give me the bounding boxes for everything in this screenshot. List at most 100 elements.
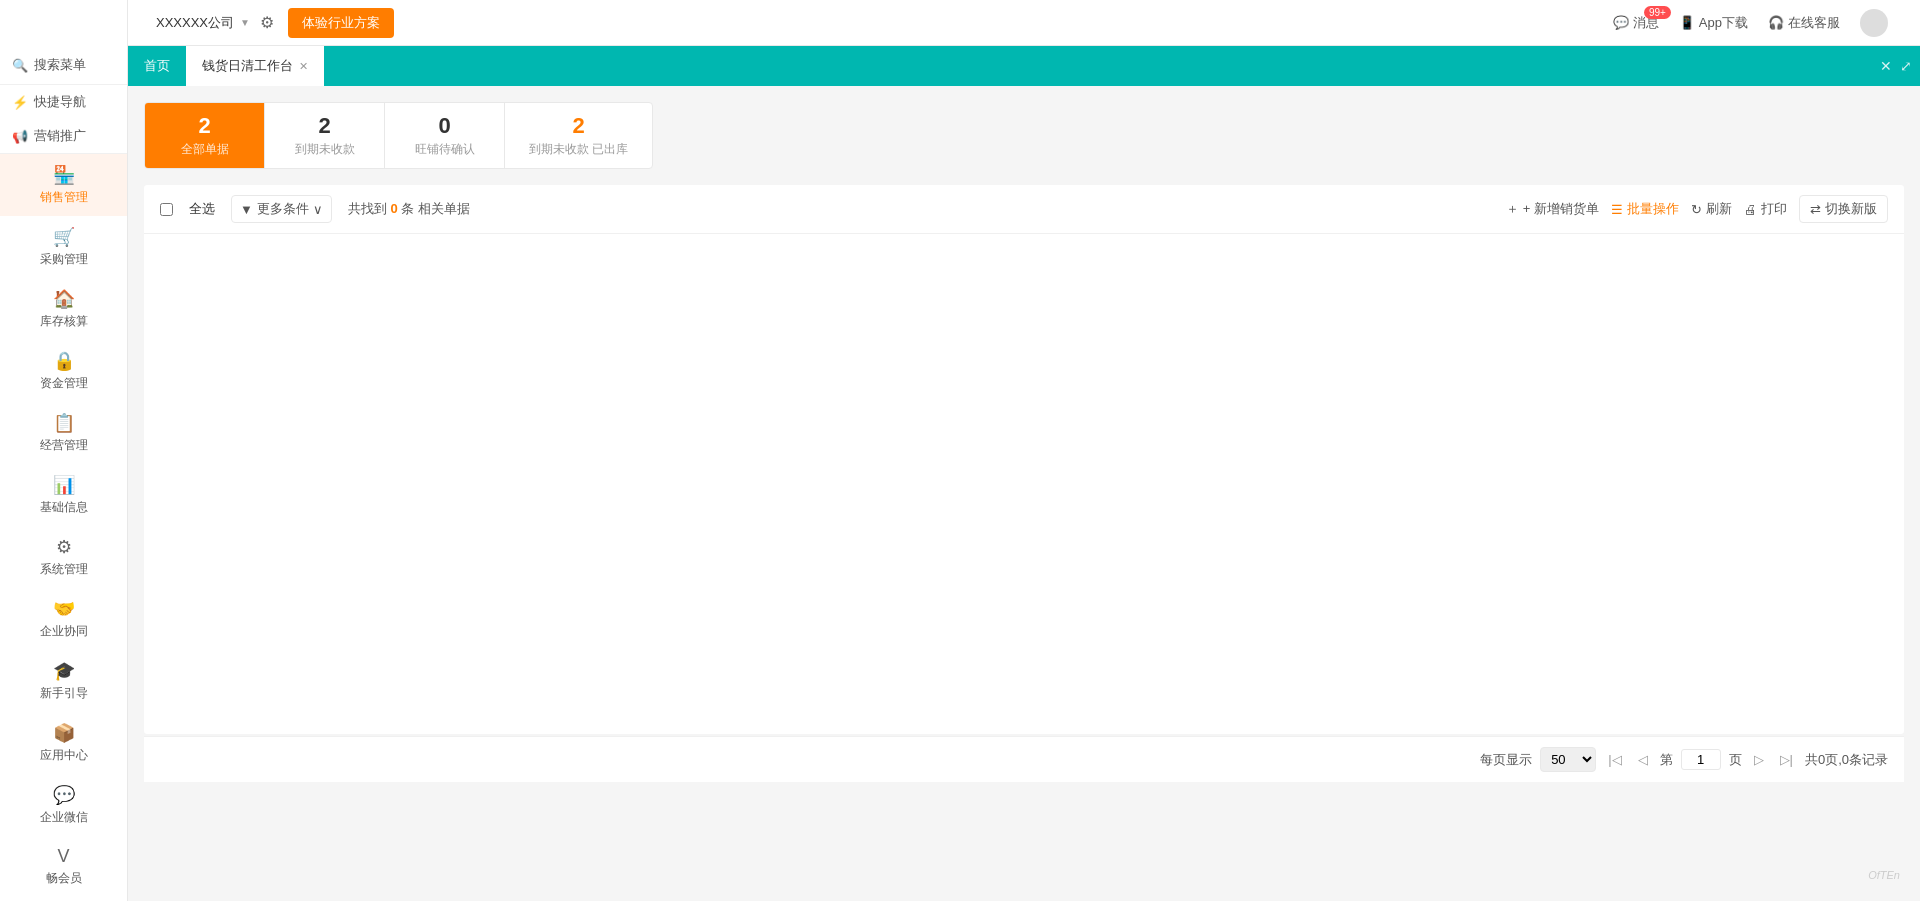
switch-label: 切换新版 bbox=[1825, 200, 1877, 218]
switch-version-btn[interactable]: ⇄ 切换新版 bbox=[1799, 195, 1888, 223]
tab-bar-right: ✕ ⤢ bbox=[1880, 58, 1920, 74]
sidebar-item-member[interactable]: V 畅会员 bbox=[0, 836, 127, 897]
tab-close-icon[interactable]: ✕ bbox=[299, 60, 308, 73]
sidebar-quick-nav[interactable]: ⚡ 快捷导航 bbox=[0, 85, 127, 119]
sidebar-item-inventory[interactable]: 🏠 库存核算 bbox=[0, 278, 127, 340]
sidebar-item-basic[interactable]: 📊 基础信息 bbox=[0, 464, 127, 526]
refresh-icon: ↻ bbox=[1691, 202, 1702, 217]
enterprise-label: 企业协同 bbox=[40, 623, 88, 640]
messages-item[interactable]: 💬 消息 99+ bbox=[1613, 14, 1659, 32]
table-area: 全选 ▼ 更多条件 ∨ 共找到 0 条 相关单据 ＋ + 新增销货单 ☰ 批量 bbox=[144, 185, 1904, 734]
operation-icon: 📋 bbox=[53, 412, 75, 434]
print-icon: 🖨 bbox=[1744, 202, 1757, 217]
system-label: 系统管理 bbox=[40, 561, 88, 578]
stat-number-all: 2 bbox=[198, 113, 210, 139]
stat-number-pending: 0 bbox=[438, 113, 450, 139]
stat-label-all: 全部单据 bbox=[181, 141, 229, 158]
enterprise-icon: 🤝 bbox=[53, 598, 75, 620]
main-content: 2 全部单据 2 到期未收款 0 旺铺待确认 2 到期未收款 已出库 全选 ▼ … bbox=[128, 86, 1920, 901]
per-page-select[interactable]: 50 100 200 bbox=[1540, 747, 1596, 772]
sidebar-item-enterprise[interactable]: 🤝 企业协同 bbox=[0, 588, 127, 650]
batch-operation-btn[interactable]: ☰ 批量操作 bbox=[1611, 200, 1679, 218]
guide-label: 新手引导 bbox=[40, 685, 88, 702]
sidebar-item-appstore[interactable]: 📦 应用中心 bbox=[0, 712, 127, 774]
prev-page-btn[interactable]: ◁ bbox=[1634, 750, 1652, 769]
new-btn-label: + 新增销货单 bbox=[1523, 200, 1599, 218]
pagination-bar: 每页显示 50 100 200 |◁ ◁ 第 页 ▷ ▷| 共0页,0条记录 bbox=[144, 736, 1904, 782]
appstore-icon: 📦 bbox=[53, 722, 75, 744]
refresh-label: 刷新 bbox=[1706, 200, 1732, 218]
sidebar-promo[interactable]: 📢 营销推广 bbox=[0, 119, 127, 154]
switch-icon: ⇄ bbox=[1810, 202, 1821, 217]
action-bar-right: ＋ + 新增销货单 ☰ 批量操作 ↻ 刷新 🖨 打印 ⇄ 切换新版 bbox=[1506, 195, 1888, 223]
batch-icon: ☰ bbox=[1611, 202, 1623, 217]
stat-label-overdue: 到期未收款 bbox=[295, 141, 355, 158]
first-page-btn[interactable]: |◁ bbox=[1604, 750, 1625, 769]
more-conditions-btn[interactable]: ▼ 更多条件 ∨ bbox=[231, 195, 332, 223]
stat-tab-overdue[interactable]: 2 到期未收款 bbox=[265, 103, 385, 168]
purchase-label: 采购管理 bbox=[40, 251, 88, 268]
page-label: 第 bbox=[1660, 751, 1673, 769]
member-icon: V bbox=[57, 846, 69, 867]
tab-cash-goods[interactable]: 钱货日清工作台 ✕ bbox=[186, 46, 324, 86]
sidebar-item-operation[interactable]: 📋 经营管理 bbox=[0, 402, 127, 464]
filter-bar: 全选 ▼ 更多条件 ∨ 共找到 0 条 相关单据 ＋ + 新增销货单 ☰ 批量 bbox=[144, 185, 1904, 234]
online-service[interactable]: 🎧 在线客服 bbox=[1768, 14, 1840, 32]
member-label: 畅会员 bbox=[46, 870, 82, 887]
header-right: 💬 消息 99+ 📱 App下载 🎧 在线客服 bbox=[1613, 9, 1908, 37]
sidebar-search-label: 搜索菜单 bbox=[34, 56, 86, 74]
sidebar-item-sales[interactable]: 🏪 销售管理 bbox=[0, 154, 127, 216]
table-body bbox=[144, 234, 1904, 734]
stat-number-overdue: 2 bbox=[318, 113, 330, 139]
wechat-icon: 💬 bbox=[53, 784, 75, 806]
company-selector[interactable]: XXXXXX公司 ▼ bbox=[156, 14, 250, 32]
basic-icon: 📊 bbox=[53, 474, 75, 496]
sidebar-item-wechat[interactable]: 💬 企业微信 bbox=[0, 774, 127, 836]
stat-tab-pending[interactable]: 0 旺铺待确认 bbox=[385, 103, 505, 168]
user-avatar[interactable] bbox=[1860, 9, 1888, 37]
chevron-down-icon: ▼ bbox=[240, 17, 250, 28]
inventory-label: 库存核算 bbox=[40, 313, 88, 330]
sidebar-item-purchase[interactable]: 🛒 采购管理 bbox=[0, 216, 127, 278]
tab-collapse-icon[interactable]: ✕ bbox=[1880, 58, 1892, 74]
page-input[interactable] bbox=[1681, 749, 1721, 770]
new-sales-order-btn[interactable]: ＋ + 新增销货单 bbox=[1506, 200, 1599, 218]
stat-label-overdue-out: 到期未收款 已出库 bbox=[529, 141, 628, 158]
found-suffix: 相关单据 bbox=[418, 201, 470, 216]
refresh-btn[interactable]: ↻ 刷新 bbox=[1691, 200, 1732, 218]
basic-label: 基础信息 bbox=[40, 499, 88, 516]
found-text: 共找到 0 条 相关单据 bbox=[348, 200, 470, 218]
sidebar-item-guide[interactable]: 🎓 新手引导 bbox=[0, 650, 127, 712]
purchase-icon: 🛒 bbox=[53, 226, 75, 248]
sidebar-item-finance[interactable]: 🔒 资金管理 bbox=[0, 340, 127, 402]
next-page-btn[interactable]: ▷ bbox=[1750, 750, 1768, 769]
app-download[interactable]: 📱 App下载 bbox=[1679, 14, 1748, 32]
stat-tab-overdue-out[interactable]: 2 到期未收款 已出库 bbox=[505, 103, 652, 168]
print-btn[interactable]: 🖨 打印 bbox=[1744, 200, 1787, 218]
tab-expand-icon[interactable]: ⤢ bbox=[1900, 58, 1912, 74]
sales-label: 销售管理 bbox=[40, 189, 88, 206]
appstore-label: 应用中心 bbox=[40, 747, 88, 764]
chevron-icon: ∨ bbox=[313, 202, 323, 217]
headset-icon: 🎧 bbox=[1768, 15, 1784, 30]
stat-label-pending: 旺铺待确认 bbox=[415, 141, 475, 158]
select-all-checkbox[interactable] bbox=[160, 203, 173, 216]
stats-tabs: 2 全部单据 2 到期未收款 0 旺铺待确认 2 到期未收款 已出库 bbox=[144, 102, 653, 169]
last-page-btn[interactable]: ▷| bbox=[1776, 750, 1797, 769]
online-service-label: 在线客服 bbox=[1788, 14, 1840, 32]
tab-home[interactable]: 首页 bbox=[128, 46, 186, 86]
sidebar-item-system[interactable]: ⚙ 系统管理 bbox=[0, 526, 127, 588]
company-name: XXXXXX公司 bbox=[156, 14, 234, 32]
batch-label: 批量操作 bbox=[1627, 200, 1679, 218]
search-icon: 🔍 bbox=[12, 58, 28, 73]
trial-button[interactable]: 体验行业方案 bbox=[288, 8, 394, 38]
filter-icon: ▼ bbox=[240, 202, 253, 217]
message-badge: 99+ bbox=[1644, 6, 1671, 19]
settings-icon[interactable]: ⚙ bbox=[260, 13, 274, 32]
found-unit: 条 bbox=[401, 201, 414, 216]
sales-icon: 🏪 bbox=[53, 164, 75, 186]
stat-tab-all[interactable]: 2 全部单据 bbox=[145, 103, 265, 168]
finance-label: 资金管理 bbox=[40, 375, 88, 392]
sidebar-promo-label: 营销推广 bbox=[34, 127, 86, 145]
sidebar-search[interactable]: 🔍 搜索菜单 bbox=[0, 46, 127, 85]
